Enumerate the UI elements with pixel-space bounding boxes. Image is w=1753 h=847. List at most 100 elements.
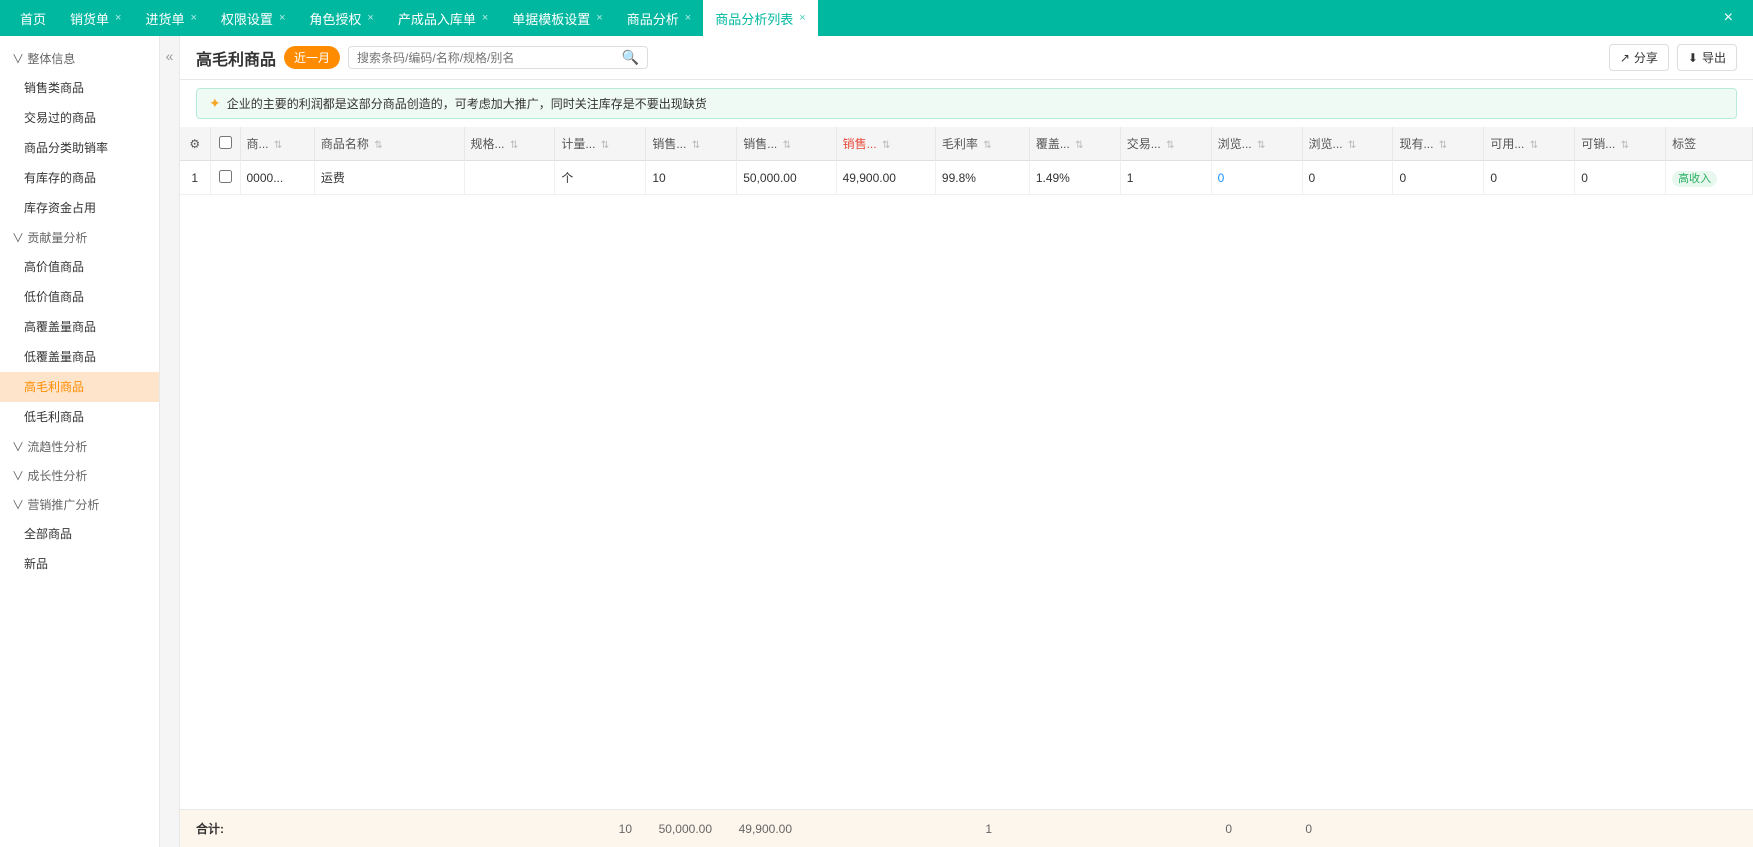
cell-checkbox[interactable] bbox=[210, 161, 240, 195]
col-spec[interactable]: 规格... ⇅ bbox=[464, 127, 555, 161]
sidebar-group-contribution[interactable]: ∨ 贡献量分析 bbox=[0, 223, 159, 252]
col-checkbox[interactable] bbox=[210, 127, 240, 161]
footer-transactions: 1 bbox=[920, 822, 1000, 836]
close-template-tab[interactable]: × bbox=[596, 12, 602, 24]
cell-name: 运费 bbox=[314, 161, 464, 195]
sort-sales-qty-icon: ⇅ bbox=[692, 140, 700, 151]
col-code[interactable]: 商... ⇅ bbox=[240, 127, 314, 161]
table-container[interactable]: ⚙ 商... ⇅ 商品名称 ⇅ 规格... ⇅ 计量... ⇅ 销售... ⇅ … bbox=[180, 127, 1753, 847]
col-name[interactable]: 商品名称 ⇅ bbox=[314, 127, 464, 161]
footer-sales-qty-val: 10 bbox=[560, 822, 640, 836]
filter-recent-month-btn[interactable]: 近一月 bbox=[284, 46, 340, 69]
cell-sales-qty: 10 bbox=[646, 161, 737, 195]
col-coverage[interactable]: 覆盖... ⇅ bbox=[1029, 127, 1120, 161]
sidebar-item-category-rate[interactable]: 商品分类助销率 bbox=[0, 133, 159, 163]
sidebar-item-high-value[interactable]: 高价值商品 bbox=[0, 252, 159, 282]
sort-sellable-icon: ⇅ bbox=[1621, 140, 1629, 151]
table-header-row: ⚙ 商... ⇅ 商品名称 ⇅ 规格... ⇅ 计量... ⇅ 销售... ⇅ … bbox=[180, 127, 1753, 161]
search-icon[interactable]: 🔍 bbox=[622, 49, 639, 66]
search-input[interactable] bbox=[357, 51, 622, 65]
cell-code: 0000... bbox=[240, 161, 314, 195]
share-icon: ↗ bbox=[1620, 51, 1630, 65]
cell-index: 1 bbox=[180, 161, 210, 195]
cell-sellable: 0 bbox=[1575, 161, 1666, 195]
nav-template[interactable]: 单据模板设置 × bbox=[500, 0, 614, 36]
col-sales-amount[interactable]: 销售... ⇅ bbox=[737, 127, 836, 161]
sidebar-item-all-products[interactable]: 全部商品 bbox=[0, 519, 159, 549]
sidebar-group-trend[interactable]: ∨ 流趋性分析 bbox=[0, 432, 159, 461]
tag-high-income: 高收入 bbox=[1672, 171, 1717, 187]
close-analysis-tab[interactable]: × bbox=[685, 12, 691, 24]
close-window-btn[interactable]: × bbox=[1712, 9, 1745, 27]
col-sales-qty[interactable]: 销售... ⇅ bbox=[646, 127, 737, 161]
sidebar-group-marketing[interactable]: ∨ 营销推广分析 bbox=[0, 490, 159, 519]
close-analysis-list-tab[interactable]: × bbox=[799, 12, 805, 24]
browse1-link[interactable]: 0 bbox=[1218, 171, 1225, 185]
sort-sales-profit-icon: ⇅ bbox=[882, 140, 890, 151]
cell-browse1[interactable]: 0 bbox=[1211, 161, 1302, 195]
sidebar-item-new-products[interactable]: 新品 bbox=[0, 549, 159, 579]
sidebar-group-overall[interactable]: ∨ 整体信息 bbox=[0, 44, 159, 73]
col-available[interactable]: 可用... ⇅ bbox=[1484, 127, 1575, 161]
sidebar-group-growth-label: ∨ 成长性分析 bbox=[12, 467, 87, 484]
col-margin[interactable]: 毛利率 ⇅ bbox=[935, 127, 1029, 161]
col-current-stock[interactable]: 现有... ⇅ bbox=[1393, 127, 1484, 161]
cell-transactions: 1 bbox=[1120, 161, 1211, 195]
info-icon: ✦ bbox=[209, 95, 221, 112]
sidebar-item-traded-products[interactable]: 交易过的商品 bbox=[0, 103, 159, 133]
main-table: ⚙ 商... ⇅ 商品名称 ⇅ 规格... ⇅ 计量... ⇅ 销售... ⇅ … bbox=[180, 127, 1753, 195]
sort-sales-amount-icon: ⇅ bbox=[783, 140, 791, 151]
cell-available: 0 bbox=[1484, 161, 1575, 195]
sidebar-item-low-margin[interactable]: 低毛利商品 bbox=[0, 402, 159, 432]
nav-home[interactable]: 首页 bbox=[8, 0, 58, 36]
search-box: 🔍 bbox=[348, 46, 648, 69]
sidebar-group-growth[interactable]: ∨ 成长性分析 bbox=[0, 461, 159, 490]
nav-inbound[interactable]: 产成品入库单 × bbox=[386, 0, 500, 36]
select-all-checkbox[interactable] bbox=[219, 136, 232, 149]
footer-sales-profit: 49,900.00 bbox=[720, 822, 800, 836]
col-transactions[interactable]: 交易... ⇅ bbox=[1120, 127, 1211, 161]
sidebar-item-stock-capital[interactable]: 库存资金占用 bbox=[0, 193, 159, 223]
close-inbound-tab[interactable]: × bbox=[482, 12, 488, 24]
sidebar-collapse-btn[interactable]: « bbox=[160, 36, 180, 847]
nav-sales[interactable]: 销货单 × bbox=[58, 0, 133, 36]
sidebar-item-high-margin[interactable]: 高毛利商品 bbox=[0, 372, 159, 402]
close-role-tab[interactable]: × bbox=[367, 12, 373, 24]
sidebar-item-low-coverage[interactable]: 低覆盖量商品 bbox=[0, 342, 159, 372]
sidebar-item-in-stock[interactable]: 有库存的商品 bbox=[0, 163, 159, 193]
sidebar: ∨ 整体信息 销售类商品 交易过的商品 商品分类助销率 有库存的商品 库存资金占… bbox=[0, 36, 160, 847]
sidebar-item-low-value[interactable]: 低价值商品 bbox=[0, 282, 159, 312]
sidebar-group-marketing-label: ∨ 营销推广分析 bbox=[12, 496, 99, 513]
nav-analysis[interactable]: 商品分析 × bbox=[615, 0, 703, 36]
sort-code-icon: ⇅ bbox=[274, 140, 282, 151]
footer-label: 合计: bbox=[196, 820, 224, 837]
content-area: 高毛利商品 近一月 🔍 ↗ 分享 ⬇ 导出 ✦ 企业的主要的利润都是这部分商品创… bbox=[180, 36, 1753, 847]
col-sellable[interactable]: 可销... ⇅ bbox=[1575, 127, 1666, 161]
col-unit[interactable]: 计量... ⇅ bbox=[555, 127, 646, 161]
col-browse2[interactable]: 浏览... ⇅ bbox=[1302, 127, 1393, 161]
sidebar-group-trend-label: ∨ 流趋性分析 bbox=[12, 438, 87, 455]
col-settings[interactable]: ⚙ bbox=[180, 127, 210, 161]
nav-purchase[interactable]: 进货单 × bbox=[133, 0, 208, 36]
row-checkbox[interactable] bbox=[219, 170, 232, 183]
info-text: 企业的主要的利润都是这部分商品创造的，可考虑加大推广，同时关注库存是不要出现缺货 bbox=[227, 95, 707, 112]
sidebar-group-contribution-label: ∨ 贡献量分析 bbox=[12, 229, 87, 246]
nav-analysis-list[interactable]: 商品分析列表 × bbox=[703, 0, 817, 36]
close-permission-tab[interactable]: × bbox=[279, 12, 285, 24]
close-sales-tab[interactable]: × bbox=[115, 12, 121, 24]
close-purchase-tab[interactable]: × bbox=[190, 12, 196, 24]
col-browse1[interactable]: 浏览... ⇅ bbox=[1211, 127, 1302, 161]
share-btn[interactable]: ↗ 分享 bbox=[1609, 44, 1669, 71]
export-btn[interactable]: ⬇ 导出 bbox=[1677, 44, 1737, 71]
col-sales-profit[interactable]: 销售... ⇅ bbox=[836, 127, 935, 161]
cell-tag: 高收入 bbox=[1666, 161, 1753, 195]
info-banner: ✦ 企业的主要的利润都是这部分商品创造的，可考虑加大推广，同时关注库存是不要出现… bbox=[196, 88, 1737, 119]
sidebar-item-sales-products[interactable]: 销售类商品 bbox=[0, 73, 159, 103]
cell-current-stock: 0 bbox=[1393, 161, 1484, 195]
table-footer: 合计: 10 50,000.00 49,900.00 1 0 0 bbox=[180, 809, 1753, 847]
cell-coverage: 1.49% bbox=[1029, 161, 1120, 195]
sidebar-item-high-coverage[interactable]: 高覆盖量商品 bbox=[0, 312, 159, 342]
sort-margin-icon: ⇅ bbox=[983, 140, 991, 151]
nav-permission[interactable]: 权限设置 × bbox=[209, 0, 297, 36]
nav-role[interactable]: 角色授权 × bbox=[297, 0, 385, 36]
